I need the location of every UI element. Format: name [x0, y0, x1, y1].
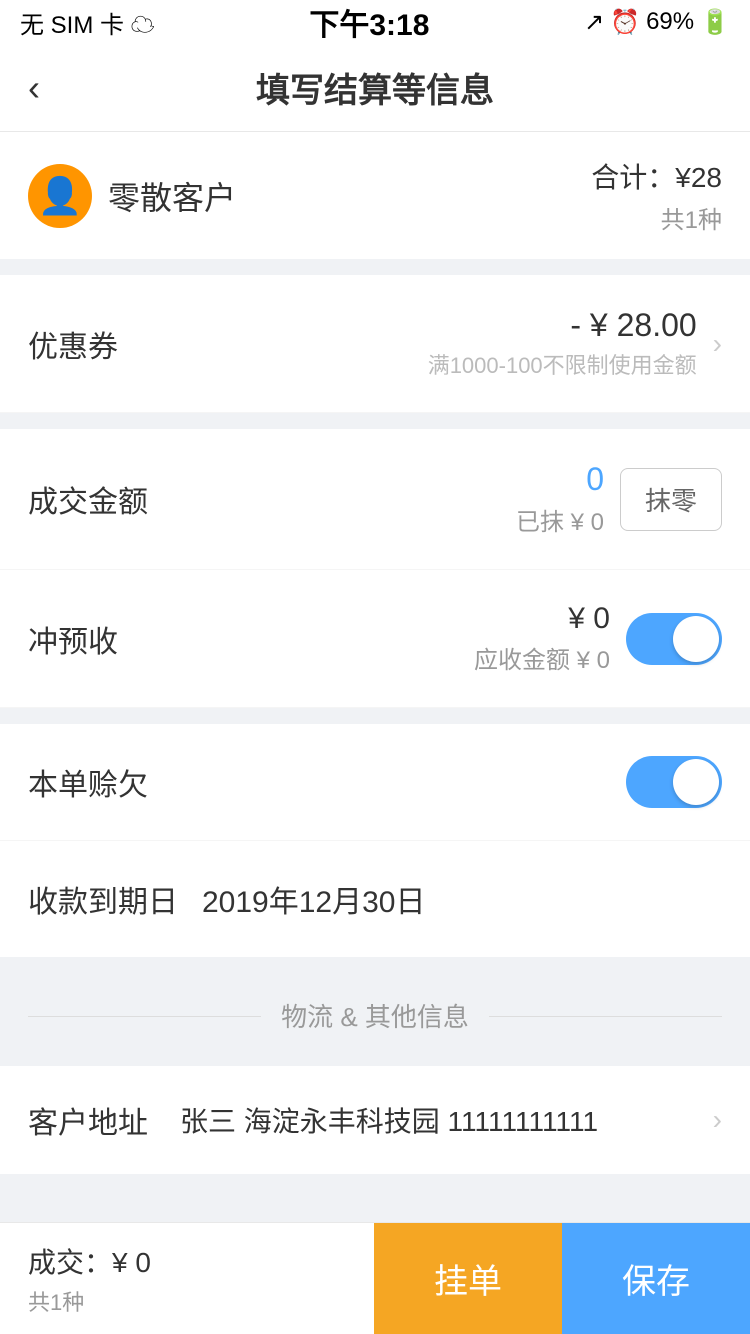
debit-toggle-knob: [673, 759, 719, 805]
address-label: 客户地址: [28, 1098, 148, 1142]
round-button[interactable]: 抹零: [620, 468, 722, 531]
bottom-bar: 成交：¥ 0 共1种 挂单 保存: [0, 1222, 750, 1334]
total-count: 共1种: [591, 200, 722, 235]
coupon-amount: - ¥ 28.00: [428, 307, 697, 344]
coupon-chevron: ›: [713, 328, 722, 360]
coupon-row[interactable]: 优惠券 - ¥ 28.00 满1000-100不限制使用金额 ›: [0, 275, 750, 413]
alarm-icon: ⏰: [610, 8, 640, 37]
toggle-knob: [673, 616, 719, 662]
coupon-desc: 满1000-100不限制使用金额: [428, 348, 697, 380]
content-area: 👤 零散客户 合计：¥28 共1种 优惠券 - ¥ 28.00 满1000-10…: [0, 132, 750, 1294]
prepayment-right: ¥ 0 应收金额 ¥ 0: [474, 602, 722, 675]
page-title: 填写结算等信息: [256, 63, 494, 112]
divider-1: [0, 413, 750, 429]
prepayment-sub: 应收金额 ¥ 0: [474, 640, 610, 675]
prepayment-value: ¥ 0: [474, 602, 610, 636]
debit-label: 本单赊欠: [28, 760, 148, 804]
bottom-transaction-value: ¥ 0: [112, 1247, 151, 1278]
customer-name: 零散客户: [108, 173, 236, 219]
transaction-label: 成交金额: [28, 477, 148, 521]
prepayment-row: 冲预收 ¥ 0 应收金额 ¥ 0: [0, 570, 750, 708]
bottom-transaction: 成交：¥ 0: [28, 1241, 346, 1281]
divider-2: [0, 708, 750, 724]
battery-icon: 🔋: [700, 8, 730, 37]
bottom-transaction-label: 成交：: [28, 1247, 112, 1278]
save-button[interactable]: 保存: [562, 1223, 750, 1334]
bottom-info: 成交：¥ 0 共1种: [0, 1241, 374, 1317]
coupon-label: 优惠券: [28, 322, 118, 366]
transaction-value[interactable]: 0: [516, 461, 604, 498]
transaction-right: 0 已抹 ¥ 0 抹零: [516, 461, 722, 537]
divider-3: [0, 957, 750, 973]
due-date-row: 收款到期日 2019年12月30日: [0, 841, 750, 957]
address-chevron: ›: [713, 1104, 722, 1136]
due-date-value: 2019年12月30日: [202, 877, 425, 921]
status-left: 无 SIM 卡 ☁: [20, 5, 155, 40]
debit-row: 本单赊欠: [0, 724, 750, 841]
total-amount: 合计：¥28: [591, 156, 722, 196]
status-right: ↗ ⏰ 69% 🔋: [584, 8, 730, 37]
address-row[interactable]: 客户地址 张三 海淀永丰科技园 11111111111 ›: [0, 1066, 750, 1174]
coupon-right: - ¥ 28.00 满1000-100不限制使用金额 ›: [428, 307, 722, 380]
status-bar: 无 SIM 卡 ☁ 下午3:18 ↗ ⏰ 69% 🔋: [0, 0, 750, 44]
logistics-label: 物流 & 其他信息: [261, 997, 489, 1034]
due-date-label: 收款到期日: [28, 877, 178, 921]
status-time: 下午3:18: [309, 0, 429, 44]
coupon-value-block: - ¥ 28.00 满1000-100不限制使用金额: [428, 307, 697, 380]
person-icon: 👤: [38, 175, 83, 217]
debit-right: [626, 756, 722, 808]
location-icon: ↗: [584, 8, 604, 37]
logistics-section-header: 物流 & 其他信息: [0, 973, 750, 1058]
prepayment-toggle[interactable]: [626, 613, 722, 665]
hang-button[interactable]: 挂单: [374, 1223, 562, 1334]
transaction-sub: 已抹 ¥ 0: [516, 502, 604, 537]
signal-text: 无 SIM 卡 ☁: [20, 5, 155, 40]
avatar: 👤: [28, 164, 92, 228]
transaction-row: 成交金额 0 已抹 ¥ 0 抹零: [0, 429, 750, 570]
transaction-value-block: 0 已抹 ¥ 0: [516, 461, 604, 537]
battery-text: 69%: [646, 8, 694, 36]
customer-row: 👤 零散客户 合计：¥28 共1种: [0, 132, 750, 259]
address-value: 张三 海淀永丰科技园 11111111111: [180, 1100, 713, 1140]
bottom-count: 共1种: [28, 1285, 346, 1317]
back-button[interactable]: ‹: [28, 67, 40, 109]
prepayment-value-block: ¥ 0 应收金额 ¥ 0: [474, 602, 610, 675]
nav-bar: ‹ 填写结算等信息: [0, 44, 750, 132]
prepayment-label: 冲预收: [28, 617, 118, 661]
debit-toggle[interactable]: [626, 756, 722, 808]
divider-4: [0, 1058, 750, 1066]
customer-info-left: 👤 零散客户: [28, 164, 236, 228]
customer-total: 合计：¥28 共1种: [591, 156, 722, 235]
